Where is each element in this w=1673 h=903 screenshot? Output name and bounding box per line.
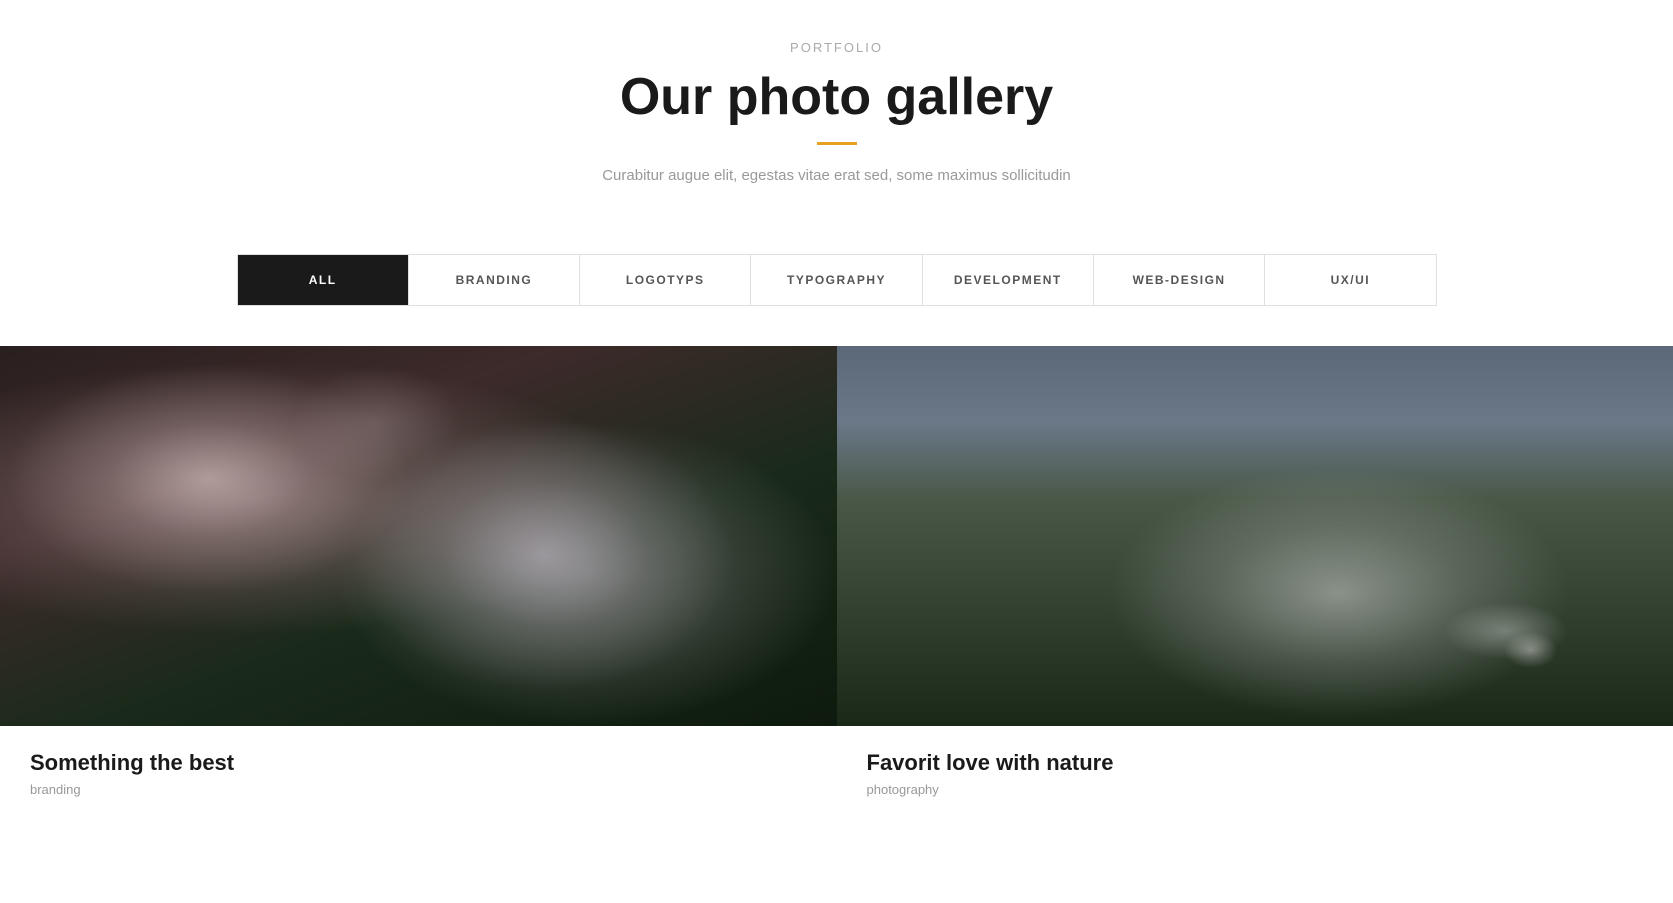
filter-tab-branding[interactable]: BRANDING <box>409 255 580 305</box>
page-wrapper: PORTFOLIO Our photo gallery Curabitur au… <box>0 0 1673 817</box>
portfolio-label: PORTFOLIO <box>20 40 1653 55</box>
gallery-image-2 <box>837 346 1673 726</box>
title-divider <box>817 142 857 145</box>
gallery-image-1 <box>0 346 837 726</box>
gallery-subtitle: Curabitur augue elit, egestas vitae erat… <box>20 167 1653 184</box>
gallery-caption-1: Something the best branding <box>0 726 837 817</box>
gallery-caption-2: Favorit love with nature photography <box>837 726 1673 817</box>
gallery-grid: Something the best branding Favorit love… <box>0 346 1673 817</box>
header-section: PORTFOLIO Our photo gallery Curabitur au… <box>0 0 1673 214</box>
filter-tab-typography[interactable]: TYPOGRAPHY <box>751 255 922 305</box>
filter-tab-development[interactable]: DEVELOPMENT <box>923 255 1094 305</box>
filter-tab-web-design[interactable]: WEB-DESIGN <box>1094 255 1265 305</box>
gallery-item-title-2: Favorit love with nature <box>867 750 1644 776</box>
gallery-item-title-1: Something the best <box>30 750 807 776</box>
gallery-item-1[interactable]: Something the best branding <box>0 346 837 817</box>
gallery-item-category-1: branding <box>30 782 807 797</box>
gallery-item-2[interactable]: Favorit love with nature photography <box>837 346 1673 817</box>
filter-tab-all[interactable]: ALL <box>238 255 409 305</box>
gallery-item-category-2: photography <box>867 782 1644 797</box>
filter-tab-ux-ui[interactable]: UX/UI <box>1265 255 1435 305</box>
filter-tab-logotyps[interactable]: LOGOTYPS <box>580 255 751 305</box>
filter-nav: ALL BRANDING LOGOTYPS TYPOGRAPHY DEVELOP… <box>237 254 1437 306</box>
page-title: Our photo gallery <box>20 69 1653 126</box>
